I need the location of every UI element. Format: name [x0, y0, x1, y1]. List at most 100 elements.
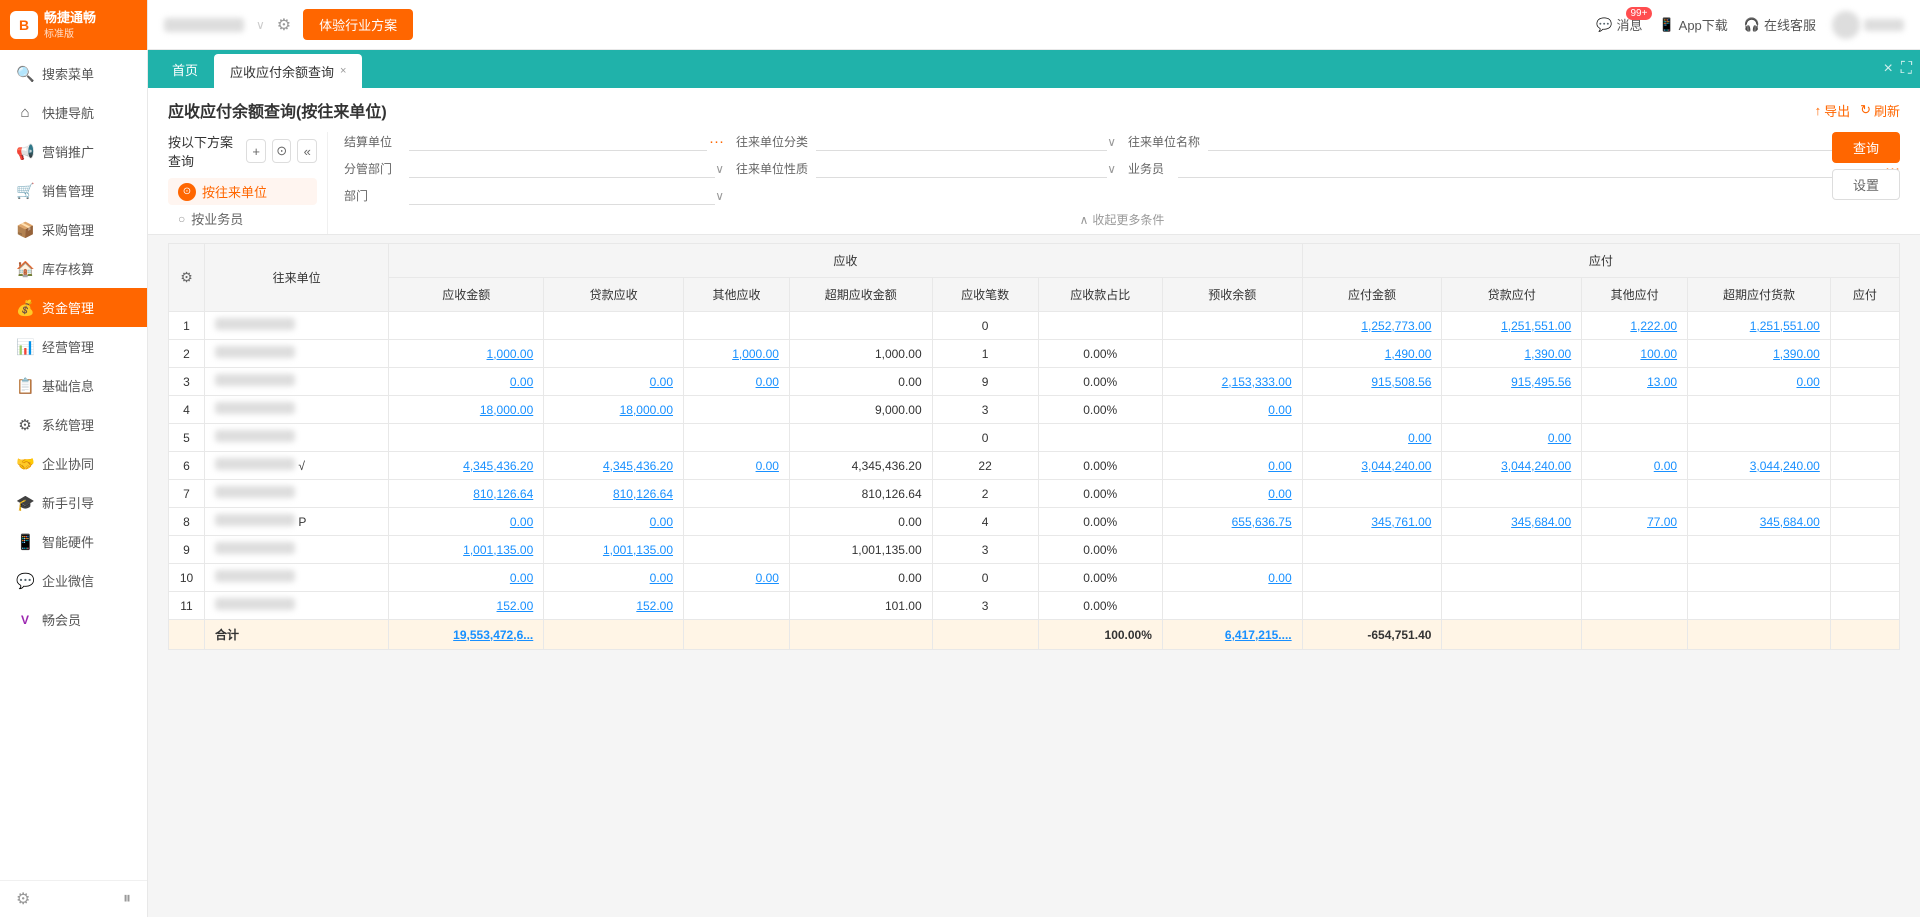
table-cell[interactable]: 0.00	[684, 452, 790, 480]
table-cell[interactable]: 810,126.64	[544, 480, 684, 508]
user-profile[interactable]	[1832, 11, 1904, 39]
table-cell[interactable]: 0.00	[389, 564, 544, 592]
table-cell[interactable]: 345,684.00	[1688, 508, 1831, 536]
table-cell[interactable]: 0.00	[1582, 452, 1688, 480]
table-cell[interactable]: 1,000.00	[684, 340, 790, 368]
table-cell[interactable]: 0.00	[1162, 564, 1302, 592]
table-cell[interactable]: 18,000.00	[389, 396, 544, 424]
settings-bottom-icon[interactable]: ⚙	[16, 889, 30, 909]
collapse-filter-button[interactable]: ∧ 收起更多条件	[344, 205, 1900, 234]
table-cell[interactable]: 4,345,436.20	[389, 452, 544, 480]
settings-scheme-button[interactable]: ⊙	[272, 139, 292, 163]
customer-service-button[interactable]: 🎧 在线客服	[1744, 15, 1816, 34]
lwdwxz-chevron-icon[interactable]: ∨	[1107, 162, 1116, 176]
filter-input-jsdw[interactable]	[409, 132, 707, 151]
sidebar-item-search[interactable]: 🔍 搜索菜单	[0, 54, 147, 93]
table-cell[interactable]: 4,345,436.20	[544, 452, 684, 480]
table-cell[interactable]: 1,390.00	[1442, 340, 1582, 368]
table-cell[interactable]: 13.00	[1582, 368, 1688, 396]
table-cell[interactable]: 3,044,240.00	[1302, 452, 1442, 480]
set-button[interactable]: 设置	[1832, 169, 1900, 200]
table-cell[interactable]: 0.00	[1302, 424, 1442, 452]
table-cell[interactable]: 0.00	[389, 368, 544, 396]
tab-active[interactable]: 应收应付余额查询 ×	[214, 54, 362, 88]
table-cell[interactable]: 0.00	[544, 564, 684, 592]
table-cell[interactable]: 1,001,135.00	[389, 536, 544, 564]
notifications-button[interactable]: 💬 消息 99+	[1596, 15, 1642, 34]
table-cell[interactable]: 2,153,333.00	[1162, 368, 1302, 396]
table-cell[interactable]: 152.00	[544, 592, 684, 620]
table-cell[interactable]: 100.00	[1582, 340, 1688, 368]
table-cell[interactable]: 77.00	[1582, 508, 1688, 536]
collapse-icon[interactable]: ⏸	[123, 890, 131, 908]
table-cell[interactable]: 655,636.75	[1162, 508, 1302, 536]
table-cell[interactable]: 1,252,773.00	[1302, 312, 1442, 340]
sidebar-item-marketing[interactable]: 📢 营销推广	[0, 132, 147, 171]
table-cell[interactable]: 0.00	[1162, 452, 1302, 480]
filter-input-bm[interactable]	[409, 186, 715, 205]
promo-button[interactable]: 体验行业方案	[303, 9, 413, 40]
sidebar-item-sales[interactable]: 🛒 销售管理	[0, 171, 147, 210]
table-cell[interactable]: 18,000.00	[544, 396, 684, 424]
scheme-by-unit[interactable]: ⊙ 按往来单位	[168, 178, 317, 205]
lwdwfl-chevron-icon[interactable]: ∨	[1107, 135, 1116, 149]
sidebar-item-member[interactable]: V 畅会员	[0, 600, 147, 639]
table-cell[interactable]: 0.00	[1688, 368, 1831, 396]
refresh-button[interactable]: ↻ 刷新	[1860, 101, 1900, 120]
table-cell[interactable]: 1,251,551.00	[1688, 312, 1831, 340]
table-cell[interactable]: 1,001,135.00	[544, 536, 684, 564]
filter-input-fgbm[interactable]	[409, 159, 715, 178]
app-download-button[interactable]: 📱 App下载	[1658, 15, 1727, 34]
table-cell[interactable]: 345,684.00	[1442, 508, 1582, 536]
scheme-by-salesman[interactable]: ○ 按业务员	[168, 205, 317, 232]
add-scheme-button[interactable]: +	[246, 139, 266, 163]
table-cell[interactable]: 3,044,240.00	[1442, 452, 1582, 480]
table-cell[interactable]: 0.00	[1442, 424, 1582, 452]
table-cell[interactable]: 0.00	[389, 508, 544, 536]
table-cell[interactable]: 810,126.64	[389, 480, 544, 508]
window-expand-icon[interactable]: ⛶	[1901, 60, 1912, 78]
sidebar-item-operation[interactable]: 📊 经营管理	[0, 327, 147, 366]
table-cell[interactable]: 915,495.56	[1442, 368, 1582, 396]
table-cell[interactable]: 0.00	[544, 368, 684, 396]
query-button[interactable]: 查询	[1832, 132, 1900, 163]
table-cell[interactable]: 0.00	[684, 564, 790, 592]
window-close-icon[interactable]: ×	[1883, 60, 1892, 78]
sidebar-item-wechat[interactable]: 💬 企业微信	[0, 561, 147, 600]
table-cell[interactable]: 3,044,240.00	[1688, 452, 1831, 480]
table-cell[interactable]: 1,490.00	[1302, 340, 1442, 368]
total-ysjje[interactable]: 19,553,472,6...	[389, 620, 544, 650]
table-cell[interactable]: 0.00	[684, 368, 790, 396]
table-cell[interactable]: 345,761.00	[1302, 508, 1442, 536]
tab-home[interactable]: 首页	[156, 50, 214, 88]
table-settings-icon[interactable]: ⚙	[180, 269, 193, 285]
filter-input-ywy[interactable]	[1178, 159, 1883, 178]
sidebar-item-hardware[interactable]: 📱 智能硬件	[0, 522, 147, 561]
sidebar-item-collab[interactable]: 🤝 企业协同	[0, 444, 147, 483]
total-ysye[interactable]: 6,417,215....	[1162, 620, 1302, 650]
table-cell[interactable]: 1,251,551.00	[1442, 312, 1582, 340]
sidebar-item-guide[interactable]: 🎓 新手引导	[0, 483, 147, 522]
sidebar-item-system[interactable]: ⚙ 系统管理	[0, 405, 147, 444]
sidebar-item-finance[interactable]: 💰 资金管理	[0, 288, 147, 327]
table-cell[interactable]: 1,222.00	[1582, 312, 1688, 340]
gear-icon[interactable]: ⚙	[277, 15, 291, 35]
tab-close-icon[interactable]: ×	[340, 65, 346, 77]
table-cell[interactable]: 1,000.00	[389, 340, 544, 368]
jsdw-dots-icon[interactable]: ···	[709, 133, 724, 150]
filter-input-lwdwmc[interactable]	[1208, 132, 1900, 151]
filter-input-lwdwfl[interactable]	[816, 132, 1107, 151]
back-scheme-button[interactable]: «	[297, 139, 317, 163]
filter-input-lwdwxz[interactable]	[816, 159, 1107, 178]
sidebar-item-purchase[interactable]: 📦 采购管理	[0, 210, 147, 249]
table-cell[interactable]: 152.00	[389, 592, 544, 620]
sidebar-item-inventory[interactable]: 🏠 库存核算	[0, 249, 147, 288]
table-cell[interactable]: 0.00	[1162, 396, 1302, 424]
table-cell[interactable]: 0.00	[544, 508, 684, 536]
sidebar-item-nav[interactable]: ⌂ 快捷导航	[0, 93, 147, 132]
table-cell[interactable]: 0.00	[1162, 480, 1302, 508]
export-button[interactable]: ↑ 导出	[1815, 101, 1851, 120]
fgbm-chevron-icon[interactable]: ∨	[715, 162, 724, 176]
sidebar-item-base[interactable]: 📋 基础信息	[0, 366, 147, 405]
table-cell[interactable]: 1,390.00	[1688, 340, 1831, 368]
